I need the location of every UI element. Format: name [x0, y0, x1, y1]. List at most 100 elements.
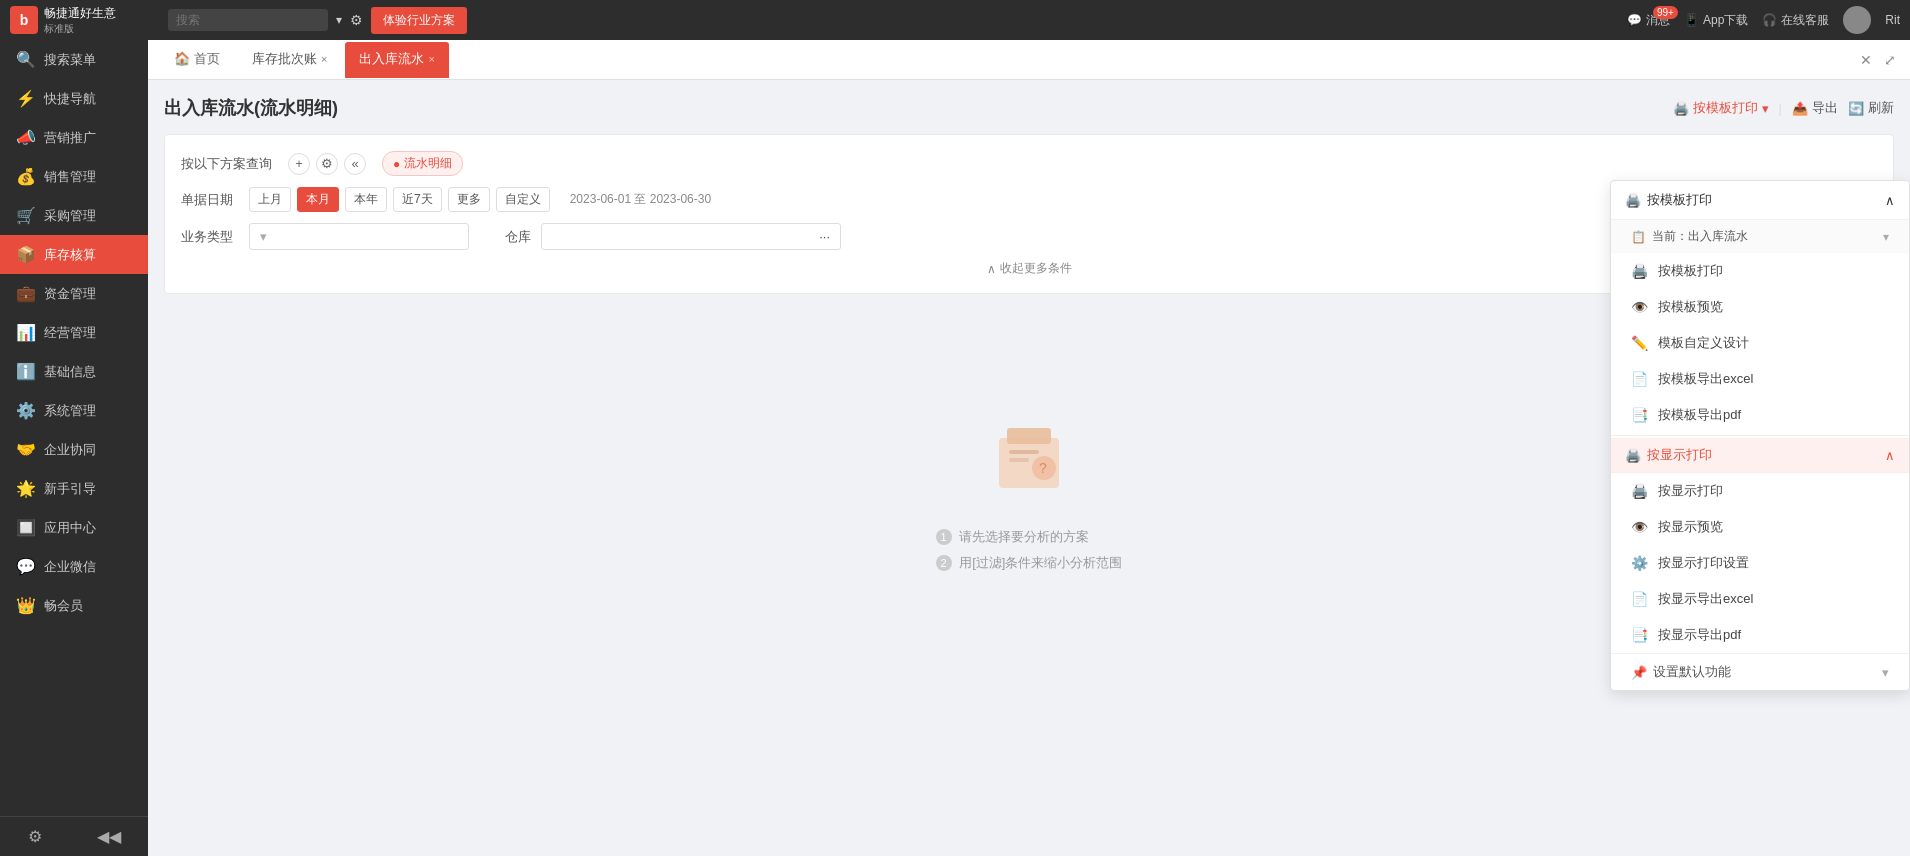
- date-btn-last-month[interactable]: 上月: [249, 187, 291, 212]
- sidebar-item-member[interactable]: 👑 畅会员: [0, 586, 148, 625]
- tip-2: 2 用[过滤]条件来缩小分析范围: [936, 550, 1123, 576]
- sidebar-item-basic[interactable]: ℹ️ 基础信息: [0, 352, 148, 391]
- cart-icon: 🛒: [16, 206, 36, 225]
- dropdown-item-display-preview[interactable]: 👁️ 按显示预览: [1611, 509, 1909, 545]
- online-service-label: 在线客服: [1781, 12, 1829, 29]
- dropdown-label-template-excel: 按模板导出excel: [1658, 370, 1753, 388]
- online-service-area[interactable]: 🎧 在线客服: [1762, 12, 1829, 29]
- date-label: 单据日期: [181, 191, 233, 209]
- window-close-btn[interactable]: ✕: [1858, 52, 1874, 68]
- trial-button[interactable]: 体验行业方案: [371, 7, 467, 34]
- refresh-btn[interactable]: 🔄 刷新: [1848, 99, 1894, 117]
- sidebar-item-operation[interactable]: 📊 经营管理: [0, 313, 148, 352]
- tab-batch-account[interactable]: 库存批次账 ×: [238, 42, 341, 78]
- tab-close-flow[interactable]: ×: [428, 53, 434, 65]
- chevron-up-icon-display: ∧: [1885, 448, 1895, 463]
- sidebar-item-guide[interactable]: 🌟 新手引导: [0, 469, 148, 508]
- collapse-label: 收起更多条件: [1000, 260, 1072, 277]
- header-right: 💬 消息 99+ 📱 App下载 🎧 在线客服 Rit: [1627, 6, 1900, 34]
- date-btn-more[interactable]: 更多: [448, 187, 490, 212]
- print-template-btn[interactable]: 🖨️ 按模板打印 ▾: [1673, 99, 1769, 117]
- ellipsis-icon: ···: [819, 229, 830, 244]
- warehouse-label: 仓库: [505, 228, 531, 246]
- business-type-label: 业务类型: [181, 228, 233, 246]
- dropdown-display-label: 按显示打印: [1647, 446, 1712, 464]
- sidebar-label-guide: 新手引导: [44, 480, 96, 498]
- tab-home[interactable]: 🏠 首页: [160, 42, 234, 78]
- username-label: Rit: [1885, 13, 1900, 27]
- date-range-btns: 上月 本月 本年 近7天 更多 自定义: [249, 187, 550, 212]
- sidebar-item-search-menu[interactable]: 🔍 搜索菜单: [0, 40, 148, 79]
- filter-setting-btn[interactable]: ⚙: [316, 153, 338, 175]
- date-btn-this-year[interactable]: 本年: [345, 187, 387, 212]
- user-avatar[interactable]: [1843, 6, 1871, 34]
- filter-add-btn[interactable]: +: [288, 153, 310, 175]
- date-btn-this-month[interactable]: 本月: [297, 187, 339, 212]
- sidebar-item-marketing[interactable]: 📣 营销推广: [0, 118, 148, 157]
- chevron-down-icon-footer: ▾: [1882, 665, 1889, 680]
- pdf-d-icon: 📑: [1631, 627, 1648, 643]
- dropdown-item-display-pdf[interactable]: 📑 按显示导出pdf: [1611, 617, 1909, 653]
- home-icon: 🏠: [174, 51, 190, 66]
- star-icon: 🌟: [16, 479, 36, 498]
- date-btn-7days[interactable]: 近7天: [393, 187, 442, 212]
- warehouse-select[interactable]: ···: [541, 223, 841, 250]
- flow-tag-label: 流水明细: [404, 155, 452, 172]
- sidebar-label-purchase: 采购管理: [44, 207, 96, 225]
- search-input[interactable]: [168, 9, 328, 31]
- business-type-select[interactable]: ▾: [249, 223, 469, 250]
- dropdown-toggle[interactable]: ▾: [336, 13, 342, 27]
- printer-icon: 🖨️: [1673, 101, 1689, 116]
- sidebar-item-inventory[interactable]: 📦 库存核算: [0, 235, 148, 274]
- box-icon: 📦: [16, 245, 36, 264]
- dropdown-item-template-pdf[interactable]: 📑 按模板导出pdf: [1611, 397, 1909, 433]
- app-name: 畅捷通好生意: [44, 6, 116, 20]
- dropdown-item-template-print[interactable]: 🖨️ 按模板打印: [1611, 253, 1909, 289]
- dropdown-footer-label: 设置默认功能: [1653, 663, 1731, 681]
- dropdown-item-template-excel[interactable]: 📄 按模板导出excel: [1611, 361, 1909, 397]
- pdf-icon: 📑: [1631, 407, 1648, 423]
- chevron-down-icon: ▾: [260, 229, 267, 244]
- svg-rect-2: [1009, 450, 1039, 454]
- dropdown-footer[interactable]: 📌 设置默认功能 ▾: [1611, 653, 1909, 690]
- dropdown-item-template-preview[interactable]: 👁️ 按模板预览: [1611, 289, 1909, 325]
- sidebar-label-marketing: 营销推广: [44, 129, 96, 147]
- dropdown-item-display-excel[interactable]: 📄 按显示导出excel: [1611, 581, 1909, 617]
- filter-flow-tag[interactable]: ● 流水明细: [382, 151, 463, 176]
- sidebar-collapse-btn[interactable]: ◀◀: [97, 827, 121, 846]
- tab-flow[interactable]: 出入库流水 ×: [345, 42, 448, 78]
- sidebar-item-sales[interactable]: 💰 销售管理: [0, 157, 148, 196]
- dropdown-display-header[interactable]: 🖨️ 按显示打印 ∧: [1611, 438, 1909, 473]
- content-area: 🏠 首页 库存批次账 × 出入库流水 × ✕ ⤢ 出入库流水(流水明细): [148, 40, 1910, 856]
- notification-area[interactable]: 💬 消息 99+: [1627, 12, 1670, 29]
- filter-collapse-arrow[interactable]: «: [344, 153, 366, 175]
- window-expand-btn[interactable]: ⤢: [1882, 52, 1898, 68]
- sidebar-item-finance[interactable]: 💼 资金管理: [0, 274, 148, 313]
- collapse-filter-btn[interactable]: ∧ 收起更多条件: [987, 260, 1072, 277]
- dropdown-header[interactable]: 🖨️ 按模板打印 ∧: [1611, 181, 1909, 220]
- lightning-icon: ⚡: [16, 89, 36, 108]
- gear-icon[interactable]: ⚙: [350, 12, 363, 28]
- sidebar-settings-btn[interactable]: ⚙: [28, 827, 42, 846]
- current-icon: 📋: [1631, 230, 1646, 244]
- filter-section-label: 按以下方案查询: [181, 155, 272, 173]
- sidebar-item-purchase[interactable]: 🛒 采购管理: [0, 196, 148, 235]
- sidebar-item-wechat[interactable]: 💬 企业微信: [0, 547, 148, 586]
- date-btn-custom[interactable]: 自定义: [496, 187, 550, 212]
- sidebar-item-quick-nav[interactable]: ⚡ 快捷导航: [0, 79, 148, 118]
- filter-row-top: 按以下方案查询 + ⚙ « ● 流水明细: [181, 151, 1877, 176]
- chevron-down-icon: ▾: [1762, 101, 1769, 116]
- tab-close-batch[interactable]: ×: [321, 53, 327, 65]
- dropdown-item-template-custom[interactable]: ✏️ 模板自定义设计: [1611, 325, 1909, 361]
- sidebar-item-apps[interactable]: 🔲 应用中心: [0, 508, 148, 547]
- sidebar-item-collab[interactable]: 🤝 企业协同: [0, 430, 148, 469]
- chat-icon: 💬: [16, 557, 36, 576]
- app-download-area[interactable]: 📱 App下载: [1684, 12, 1748, 29]
- dropdown-item-display-print-settings[interactable]: ⚙️ 按显示打印设置: [1611, 545, 1909, 581]
- dropdown-item-display-print[interactable]: 🖨️ 按显示打印: [1611, 473, 1909, 509]
- dropdown-label-template-pdf: 按模板导出pdf: [1658, 406, 1741, 424]
- tip-text-1: 请先选择要分析的方案: [959, 529, 1089, 544]
- eye-icon: 👁️: [1631, 299, 1648, 315]
- export-btn[interactable]: 📤 导出: [1792, 99, 1838, 117]
- sidebar-item-system[interactable]: ⚙️ 系统管理: [0, 391, 148, 430]
